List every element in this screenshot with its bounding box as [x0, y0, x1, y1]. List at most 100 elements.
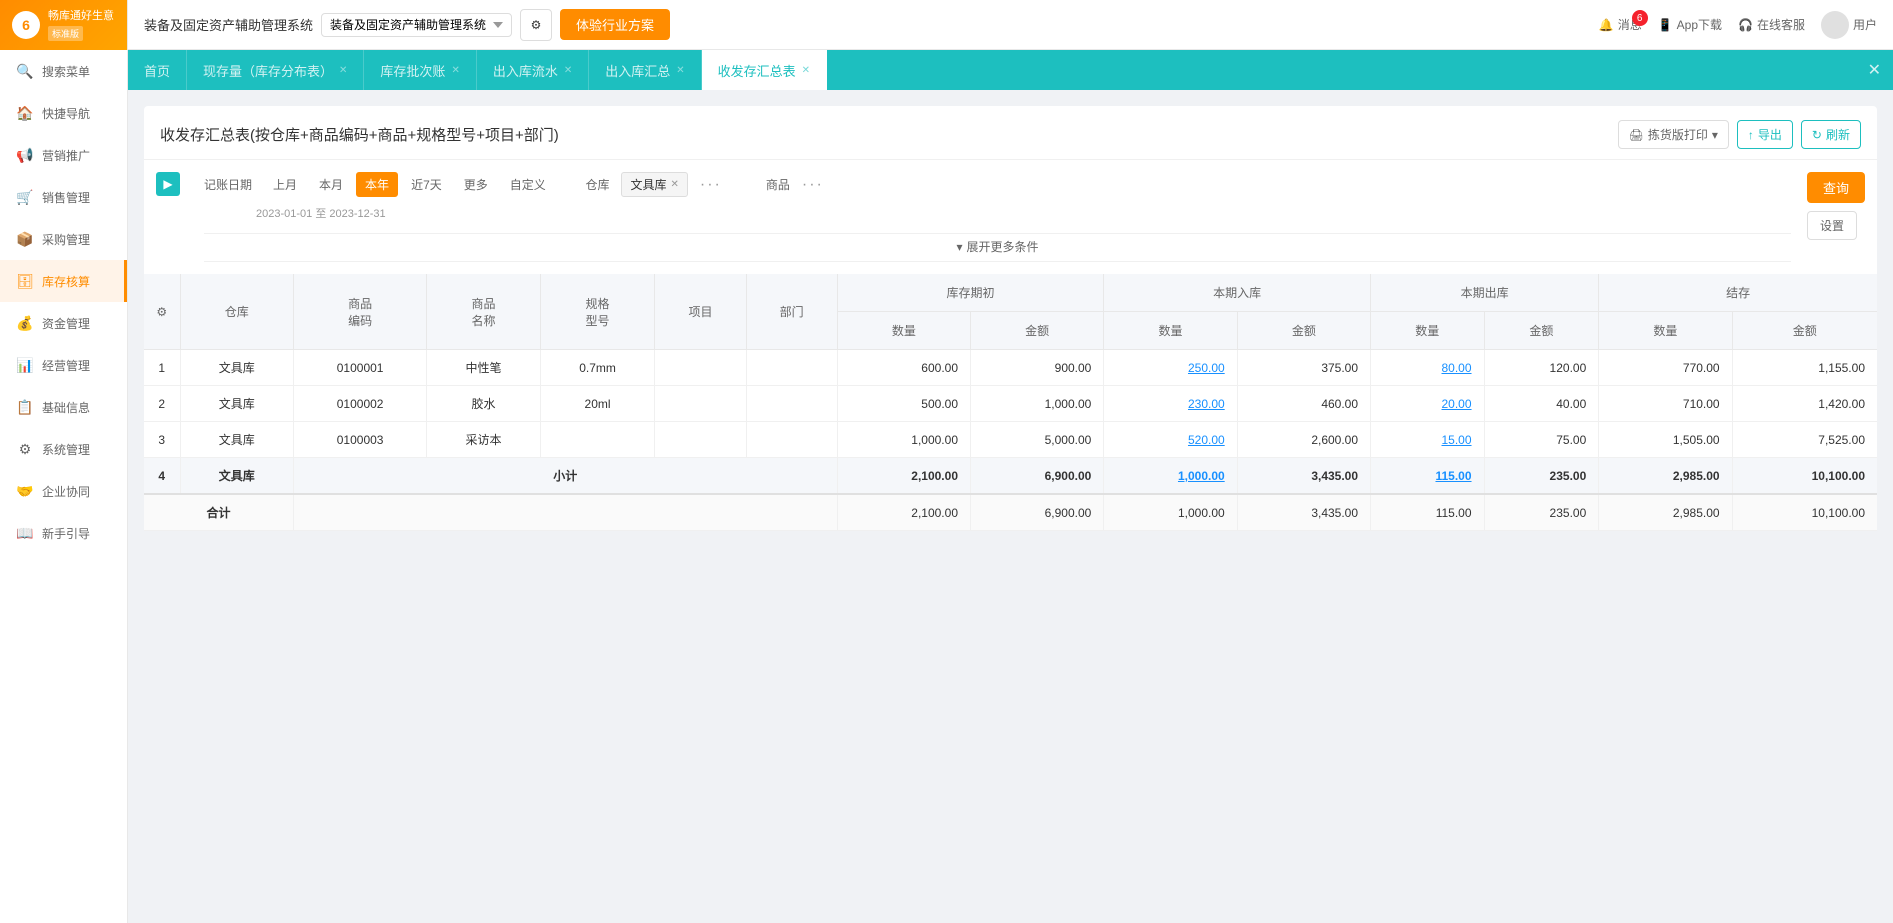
th-department: 部门	[746, 274, 837, 350]
subtotal-row: 4 文具库 小计 2,100.00 6,900.00 1,000.00 3,43…	[144, 458, 1877, 495]
total-out-amt: 235.00	[1484, 494, 1599, 531]
sidebar-item-guide[interactable]: 📖新手引导	[0, 512, 127, 554]
user-menu-btn[interactable]: 用户	[1821, 11, 1877, 39]
app-download-btn[interactable]: 📱 App下载	[1658, 16, 1722, 33]
cell-name: 胶水	[427, 386, 540, 422]
sidebar-item-inventory[interactable]: 🗄库存核算	[0, 260, 127, 302]
total-label: 合计	[144, 494, 293, 531]
sidebar-item-search[interactable]: 🔍搜索菜单	[0, 50, 127, 92]
sidebar-item-sales[interactable]: 🛒销售管理	[0, 176, 127, 218]
date-btn-7days[interactable]: 近7天	[402, 172, 451, 197]
th-goods-name: 商品名称	[427, 274, 540, 350]
tab-label-stock-summary: 收发存汇总表	[718, 61, 796, 80]
sidebar-item-marketing[interactable]: 📢营销推广	[0, 134, 127, 176]
topbar-left: 装备及固定资产辅助管理系统 装备及固定资产辅助管理系统 ⚙ 体验行业方案	[144, 9, 670, 41]
date-btn-this-year[interactable]: 本年	[356, 172, 398, 197]
th-warehouse: 仓库	[180, 274, 293, 350]
th-group-opening: 库存期初	[837, 274, 1104, 312]
th-in-qty: 数量	[1104, 312, 1237, 350]
set-button[interactable]: 设置	[1807, 211, 1857, 240]
cell-open-qty: 500.00	[837, 386, 970, 422]
tab-inout-summary[interactable]: 出入库汇总 ✕	[589, 50, 701, 90]
sidebar-item-finance[interactable]: 💰资金管理	[0, 302, 127, 344]
date-btn-last-month[interactable]: 上月	[264, 172, 306, 197]
tab-close-inout-flow[interactable]: ✕	[564, 65, 572, 76]
expand-label: 展开更多条件	[967, 238, 1039, 255]
goods-ellipsis[interactable]: ···	[802, 176, 824, 194]
date-btn-more[interactable]: 更多	[455, 172, 497, 197]
logo-icon: 6	[12, 11, 40, 39]
cell-out-qty[interactable]: 15.00	[1371, 422, 1485, 458]
phone-icon: 📱	[1658, 18, 1673, 32]
online-support-btn[interactable]: 🎧 在线客服	[1738, 16, 1805, 33]
tab-close-inout-summary[interactable]: ✕	[676, 65, 684, 76]
cell-out-qty[interactable]: 20.00	[1371, 386, 1485, 422]
cell-open-amt: 900.00	[971, 350, 1104, 386]
tab-inout-flow[interactable]: 出入库流水✕	[477, 50, 589, 90]
cell-in-qty[interactable]: 250.00	[1104, 350, 1237, 386]
username-label: 用户	[1853, 16, 1877, 33]
date-btn-this-month[interactable]: 本月	[310, 172, 352, 197]
export-button[interactable]: ↑ 导出	[1737, 120, 1793, 149]
subtotal-warehouse: 文具库	[180, 458, 293, 495]
page-content: 收发存汇总表(按仓库+商品编码+商品+规格型号+项目+部门) 🖨 拣货版打印 ▾…	[128, 90, 1893, 923]
notifications-btn[interactable]: 🔔 消息 6	[1599, 16, 1642, 33]
sidebar-label-guide: 新手引导	[42, 525, 90, 542]
sidebar-icon-sales: 🛒	[16, 188, 34, 206]
filter-area: ▶ 记账日期 上月 本月 本年 近7天 更多 自定义	[144, 160, 1877, 274]
settings-button[interactable]: ⚙	[520, 9, 552, 41]
trial-button[interactable]: 体验行业方案	[560, 9, 670, 40]
tab-label-inout-summary: 出入库汇总	[605, 61, 670, 80]
sidebar-label-operations: 经营管理	[42, 357, 90, 374]
tab-home[interactable]: 首页	[128, 50, 187, 90]
system-title: 装备及固定资产辅助管理系统	[144, 15, 313, 34]
sidebar-item-quick-nav[interactable]: 🏠快捷导航	[0, 92, 127, 134]
tab-close-inventory-dist[interactable]: ✕	[339, 65, 347, 76]
query-button[interactable]: 查询	[1807, 172, 1865, 203]
total-in-amt: 3,435.00	[1237, 494, 1370, 531]
subtotal-seq: 4	[144, 458, 180, 495]
cell-out-qty[interactable]: 80.00	[1371, 350, 1485, 386]
print-button[interactable]: 🖨 拣货版打印 ▾	[1618, 120, 1729, 149]
th-settings[interactable]: ⚙	[144, 274, 180, 350]
expand-more-bar: ▾ 展开更多条件	[204, 233, 1791, 262]
tab-inventory-dist[interactable]: 现存量（库存分布表）✕	[187, 50, 364, 90]
th-project: 项目	[655, 274, 746, 350]
cell-in-qty[interactable]: 230.00	[1104, 386, 1237, 422]
sidebar-item-operations[interactable]: 📊经营管理	[0, 344, 127, 386]
tab-stock-summary[interactable]: 收发存汇总表 ✕	[702, 50, 827, 90]
print-icon: 🖨	[1629, 128, 1644, 142]
expand-more-button[interactable]: ▾ 展开更多条件	[956, 238, 1038, 255]
th-open-qty: 数量	[837, 312, 970, 350]
logo-title: 畅库通好生意	[48, 9, 114, 24]
refresh-label: 刷新	[1826, 126, 1850, 143]
sidebar-item-system[interactable]: ⚙系统管理	[0, 428, 127, 470]
system-selector[interactable]: 装备及固定资产辅助管理系统	[321, 13, 512, 37]
sidebar-icon-purchase: 📦	[16, 230, 34, 248]
tab-batch-ledger[interactable]: 库存批次账✕	[364, 50, 476, 90]
sidebar-item-cooperation[interactable]: 🤝企业协同	[0, 470, 127, 512]
goods-label: 商品	[766, 176, 790, 193]
sidebar-item-basic-info[interactable]: 📋基础信息	[0, 386, 127, 428]
sidebar-item-purchase[interactable]: 📦采购管理	[0, 218, 127, 260]
sidebar-logo: 6 畅库通好生意 标准版	[0, 0, 127, 50]
tab-global-close[interactable]: ✕	[1868, 60, 1881, 80]
total-bal-qty: 2,985.00	[1599, 494, 1732, 531]
cell-out-amt: 120.00	[1484, 350, 1599, 386]
total-open-qty: 2,100.00	[837, 494, 970, 531]
refresh-button[interactable]: ↻ 刷新	[1801, 120, 1861, 149]
date-btn-custom[interactable]: 自定义	[501, 172, 555, 197]
cell-in-qty[interactable]: 520.00	[1104, 422, 1237, 458]
data-table-container: ⚙ 仓库 商品编码 商品名称 规格型号 项目 部门 库存期初 本期入库 本期出库…	[144, 274, 1877, 531]
filter-query-col: 查询 设置	[1807, 160, 1877, 252]
sidebar-icon-inventory: 🗄	[16, 272, 34, 290]
th-group-out: 本期出库	[1371, 274, 1599, 312]
sidebar-icon-quick-nav: 🏠	[16, 104, 34, 122]
warehouse-ellipsis[interactable]: ···	[700, 176, 722, 194]
tab-close-stock-summary[interactable]: ✕	[802, 65, 810, 76]
filter-expand-arrow[interactable]: ▶	[156, 172, 180, 196]
date-buttons: 上月 本月 本年 近7天 更多 自定义	[264, 172, 555, 197]
tab-close-batch-ledger[interactable]: ✕	[451, 65, 459, 76]
warehouse-tag-close[interactable]: ✕	[670, 179, 678, 190]
sidebar-icon-search: 🔍	[16, 62, 34, 80]
